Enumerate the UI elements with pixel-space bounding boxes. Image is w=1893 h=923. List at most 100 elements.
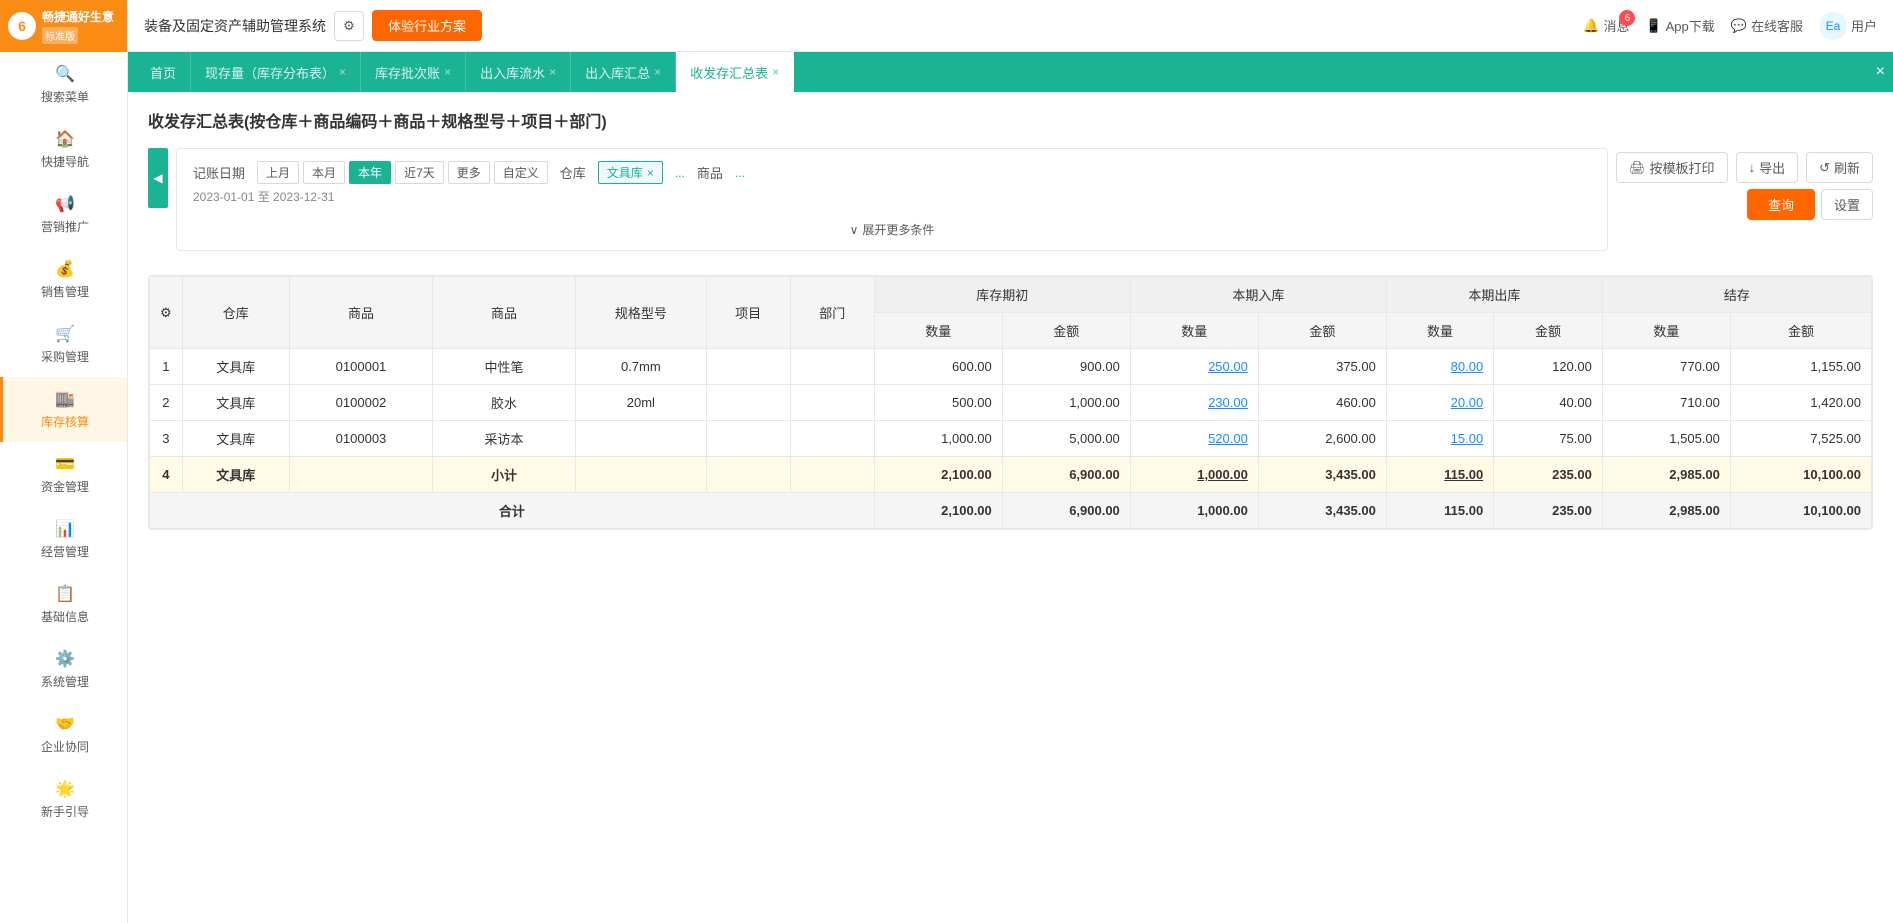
footer-in-amt: 3,435.00	[1258, 493, 1386, 529]
row-dept	[790, 385, 874, 421]
footer-out-amt: 235.00	[1494, 493, 1603, 529]
subtotal-warehouse: 文具库	[182, 457, 289, 493]
out-qty-header: 数量	[1386, 313, 1493, 349]
row-close-qty: 1,505.00	[1602, 421, 1730, 457]
row-close-amt: 1,155.00	[1730, 349, 1871, 385]
footer-open-amt: 6,900.00	[1002, 493, 1130, 529]
sidebar-item-purchase[interactable]: 🛒 采购管理	[0, 312, 127, 377]
inventory-icon: 🏬	[55, 389, 75, 409]
row-no: 1	[150, 349, 183, 385]
row-code: 0100001	[289, 349, 432, 385]
content-area: 收发存汇总表(按仓库＋商品编码＋商品＋规格型号＋项目＋部门) ◀ 记账日期 上月…	[128, 92, 1893, 923]
row-code: 0100002	[289, 385, 432, 421]
closing-qty-header: 数量	[1602, 313, 1730, 349]
tab-receive-summary[interactable]: 收发存汇总表 ×	[676, 52, 794, 92]
subtotal-row: 4 文具库 小计 2,100.00 6,900.00 1,000.00 3,43…	[150, 457, 1872, 493]
tab-close-inout-summary[interactable]: ×	[654, 65, 661, 79]
sidebar-item-label: 搜索菜单	[41, 88, 89, 105]
sidebar-item-label: 系统管理	[41, 673, 89, 690]
sidebar-item-basics[interactable]: 📋 基础信息	[0, 572, 127, 637]
row-project	[706, 385, 790, 421]
tab-close-receive-summary[interactable]: ×	[772, 65, 779, 79]
tab-close-inout-flow[interactable]: ×	[549, 65, 556, 79]
footer-open-qty: 2,100.00	[874, 493, 1002, 529]
user-label: 用户	[1851, 16, 1877, 35]
date-label: 记账日期	[193, 163, 245, 182]
sidebar-item-label: 采购管理	[41, 348, 89, 365]
tab-close-inventory-dist[interactable]: ×	[339, 65, 346, 79]
tab-batch[interactable]: 库存批次账 ×	[361, 52, 466, 92]
expand-btn[interactable]: ∨ 展开更多条件	[850, 221, 935, 238]
tab-home[interactable]: 首页	[136, 52, 191, 92]
sidebar-item-corp[interactable]: 🤝 企业协同	[0, 702, 127, 767]
row-name: 胶水	[433, 385, 576, 421]
row-in-amt: 460.00	[1258, 385, 1386, 421]
date-btn-custom[interactable]: 自定义	[494, 161, 548, 184]
tab-inout-summary[interactable]: 出入库汇总 ×	[571, 52, 676, 92]
col-dept-header: 部门	[790, 277, 874, 349]
sidebar-item-quicknav[interactable]: 🏠 快捷导航	[0, 117, 127, 182]
sidebar-item-label: 基础信息	[41, 608, 89, 625]
top-header: 装备及固定资产辅助管理系统 ⚙ 体验行业方案 🔔 消息 6 📱 App下载 💬 …	[128, 0, 1893, 52]
row-out-amt: 120.00	[1494, 349, 1603, 385]
tab-inout-flow[interactable]: 出入库流水 ×	[466, 52, 571, 92]
tabs-close-all[interactable]: ×	[1876, 63, 1885, 81]
opening-amt-header: 金额	[1002, 313, 1130, 349]
trial-button[interactable]: 体验行业方案	[372, 10, 482, 41]
sidebar-item-finance[interactable]: 💳 资金管理	[0, 442, 127, 507]
app-download-action[interactable]: 📱 App下载	[1645, 16, 1714, 35]
date-btn-last-month[interactable]: 上月	[257, 161, 299, 184]
tab-inventory-dist[interactable]: 现存量（库存分布表） ×	[191, 52, 361, 92]
date-btn-7days[interactable]: 近7天	[395, 161, 444, 184]
user-avatar: Ea	[1819, 12, 1847, 40]
system-icon: ⚙️	[55, 649, 75, 669]
export-btn[interactable]: ↓ 导出	[1736, 152, 1799, 183]
online-service-action[interactable]: 💬 在线客服	[1731, 16, 1803, 35]
settings-button[interactable]: ⚙	[334, 11, 364, 41]
row-close-amt: 1,420.00	[1730, 385, 1871, 421]
tabs-bar: 首页 现存量（库存分布表） × 库存批次账 × 出入库流水 × 出入库汇总 × …	[128, 52, 1893, 92]
subtotal-close-amt: 10,100.00	[1730, 457, 1871, 493]
set-button[interactable]: 设置	[1821, 189, 1873, 220]
col-out-header: 本期出库	[1386, 277, 1602, 313]
date-btn-this-year[interactable]: 本年	[349, 161, 391, 184]
notification-action[interactable]: 🔔 消息 6	[1583, 16, 1629, 35]
sidebar-item-operations[interactable]: 📊 经营管理	[0, 507, 127, 572]
sidebar-item-inventory[interactable]: 🏬 库存核算	[0, 377, 127, 442]
operations-icon: 📊	[55, 519, 75, 539]
row-name: 中性笔	[433, 349, 576, 385]
sidebar-item-guide[interactable]: 🌟 新手引导	[0, 767, 127, 832]
subtotal-spec	[576, 457, 707, 493]
row-open-amt: 1,000.00	[1002, 385, 1130, 421]
collapse-button[interactable]: ◀	[148, 148, 168, 208]
sidebar-logo: 6 畅捷通好生意 标准版	[0, 0, 127, 52]
col-name-header: 商品	[433, 277, 576, 349]
user-action[interactable]: Ea 用户	[1819, 12, 1877, 40]
subtotal-project	[706, 457, 790, 493]
finance-icon: 💳	[55, 454, 75, 474]
date-btn-this-month[interactable]: 本月	[303, 161, 345, 184]
row-open-qty: 1,000.00	[874, 421, 1002, 457]
sidebar-item-search[interactable]: 🔍 搜索菜单	[0, 52, 127, 117]
tab-close-batch[interactable]: ×	[444, 65, 451, 79]
query-button[interactable]: 查询	[1747, 189, 1815, 220]
warehouse-more[interactable]: ...	[675, 166, 685, 180]
date-btn-more[interactable]: 更多	[448, 161, 490, 184]
row-open-qty: 600.00	[874, 349, 1002, 385]
goods-more[interactable]: ...	[735, 166, 745, 180]
data-table: ⚙ 仓库 商品 商品 规格型号 项目 部门 库存期初 本期入库 本期出库 结存	[148, 275, 1873, 530]
refresh-btn[interactable]: ↺ 刷新	[1806, 152, 1873, 183]
service-icon: 💬	[1731, 18, 1747, 34]
logo-badge: 标准版	[42, 27, 78, 44]
print-btn[interactable]: 🖨 按模板打印	[1616, 152, 1728, 183]
warehouse-tag-close[interactable]: ×	[647, 166, 654, 180]
sidebar-item-sales[interactable]: 💰 销售管理	[0, 247, 127, 312]
sidebar-item-marketing[interactable]: 📢 营销推广	[0, 182, 127, 247]
sidebar-item-system[interactable]: ⚙️ 系统管理	[0, 637, 127, 702]
sales-icon: 💰	[55, 259, 75, 279]
out-amt-header: 金额	[1494, 313, 1603, 349]
subtotal-out-amt: 235.00	[1494, 457, 1603, 493]
row-in-amt: 375.00	[1258, 349, 1386, 385]
subtotal-dept	[790, 457, 874, 493]
row-warehouse: 文具库	[182, 385, 289, 421]
